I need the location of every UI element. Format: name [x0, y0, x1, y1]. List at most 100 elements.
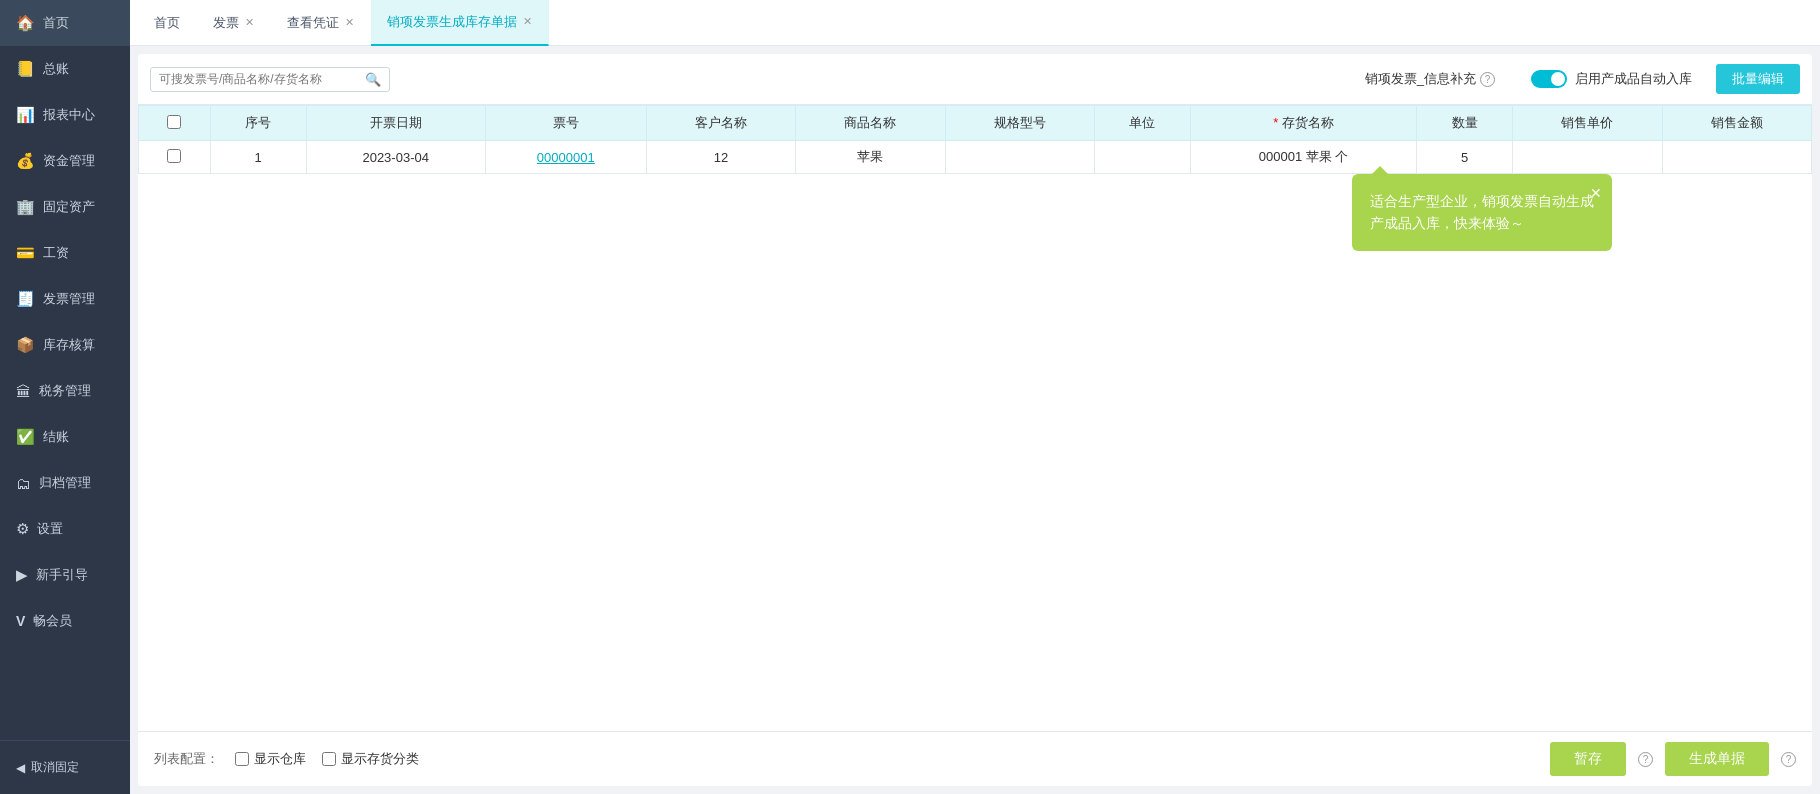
assets-icon: 🏢 [16, 198, 35, 216]
invoice-number-link[interactable]: 00000001 [537, 150, 595, 165]
tax-icon: 🏛 [16, 383, 31, 400]
sidebar-item-funds[interactable]: 💰 资金管理 [0, 138, 130, 184]
save-help-icon[interactable]: ? [1638, 752, 1653, 767]
sidebar-item-label: 工资 [43, 244, 69, 262]
tab-generate-close-icon[interactable]: ✕ [523, 15, 532, 28]
sidebar-item-assets[interactable]: 🏢 固定资产 [0, 184, 130, 230]
th-customer: 客户名称 [646, 106, 795, 141]
sidebar-item-label: 报表中心 [43, 106, 95, 124]
tooltip-close-button[interactable]: ✕ [1590, 182, 1602, 204]
toggle-area: 启用产成品自动入库 [1531, 70, 1692, 88]
th-unit: 单位 [1094, 106, 1190, 141]
home-icon: 🏠 [16, 14, 35, 32]
show-category-checkbox-label[interactable]: 显示存货分类 [322, 750, 419, 768]
sidebar-item-label: 税务管理 [39, 382, 91, 400]
pin-label: 取消固定 [31, 759, 79, 776]
th-seq: 序号 [210, 106, 306, 141]
tab-invoice[interactable]: 发票 ✕ [197, 0, 271, 46]
sidebar-item-guide[interactable]: ▶ 新手引导 [0, 552, 130, 598]
show-category-label: 显示存货分类 [341, 750, 419, 768]
closing-icon: ✅ [16, 428, 35, 446]
cell-product: 苹果 [796, 141, 945, 174]
th-unit-price: 销售单价 [1513, 106, 1662, 141]
pin-icon: ◀ [16, 761, 25, 775]
invoices-icon: 🧾 [16, 290, 35, 308]
sidebar-item-archive[interactable]: 🗂 归档管理 [0, 460, 130, 506]
sidebar-item-settings[interactable]: ⚙ 设置 [0, 506, 130, 552]
table-header-row: 序号 开票日期 票号 客户名称 商品名称 规格型号 单位 存货名称 数量 销售单… [139, 106, 1812, 141]
sidebar-item-label: 结账 [43, 428, 69, 446]
sidebar-item-label: 设置 [37, 520, 63, 538]
search-input[interactable] [159, 72, 359, 86]
sidebar-item-tax[interactable]: 🏛 税务管理 [0, 368, 130, 414]
info-label: 销项发票_信息补充 ? [1365, 70, 1495, 88]
tab-invoice-label: 发票 [213, 14, 239, 32]
sidebar-item-ledger[interactable]: 📒 总账 [0, 46, 130, 92]
show-category-checkbox[interactable] [322, 752, 336, 766]
sidebar-item-label: 首页 [43, 14, 69, 32]
cell-quantity: 5 [1417, 141, 1513, 174]
sidebar-item-reports[interactable]: 📊 报表中心 [0, 92, 130, 138]
cell-seq: 1 [210, 141, 306, 174]
guide-icon: ▶ [16, 566, 28, 584]
funds-icon: 💰 [16, 152, 35, 170]
tab-voucher[interactable]: 查看凭证 ✕ [271, 0, 371, 46]
tab-bar: 首页 发票 ✕ 查看凭证 ✕ 销项发票生成库存单据 ✕ [130, 0, 1820, 46]
bottom-bar: 列表配置： 显示仓库 显示存货分类 暂存 ? 生成单据 ? [138, 731, 1812, 786]
sidebar: 🏠 首页 📒 总账 📊 报表中心 💰 资金管理 🏢 固定资产 💳 工资 🧾 发票… [0, 0, 130, 794]
cell-unit-price [1513, 141, 1662, 174]
sidebar-item-payroll[interactable]: 💳 工资 [0, 230, 130, 276]
cell-checkbox [139, 141, 211, 174]
generate-help-icon[interactable]: ? [1781, 752, 1796, 767]
sidebar-bottom: ◀ 取消固定 [0, 740, 130, 794]
tab-generate[interactable]: 销项发票生成库存单据 ✕ [371, 0, 549, 46]
archive-icon: 🗂 [16, 475, 31, 492]
th-quantity: 数量 [1417, 106, 1513, 141]
show-warehouse-label: 显示仓库 [254, 750, 306, 768]
sidebar-item-label: 固定资产 [43, 198, 95, 216]
sidebar-item-inventory[interactable]: 📦 库存核算 [0, 322, 130, 368]
auto-warehouse-toggle[interactable] [1531, 70, 1567, 88]
batch-edit-button[interactable]: 批量编辑 [1716, 64, 1800, 94]
cell-unit [1094, 141, 1190, 174]
sidebar-item-label: 归档管理 [39, 474, 91, 492]
main-table: 序号 开票日期 票号 客户名称 商品名称 规格型号 单位 存货名称 数量 销售单… [138, 105, 1812, 174]
th-inventory: 存货名称 [1190, 106, 1416, 141]
inventory-icon: 📦 [16, 336, 35, 354]
th-spec: 规格型号 [945, 106, 1094, 141]
show-warehouse-checkbox[interactable] [235, 752, 249, 766]
tooltip-popup: ✕ 适合生产型企业，销项发票自动生成产成品入库，快来体验～ [1352, 174, 1612, 251]
sidebar-item-invoices[interactable]: 🧾 发票管理 [0, 276, 130, 322]
vip-icon: V [16, 613, 25, 629]
ledger-icon: 📒 [16, 60, 35, 78]
cell-amount [1662, 141, 1811, 174]
tab-voucher-label: 查看凭证 [287, 14, 339, 32]
select-all-checkbox[interactable] [167, 115, 181, 129]
row-checkbox[interactable] [167, 149, 181, 163]
sidebar-item-label: 发票管理 [43, 290, 95, 308]
reports-icon: 📊 [16, 106, 35, 124]
info-help-icon[interactable]: ? [1480, 72, 1495, 87]
cell-date: 2023-03-04 [306, 141, 485, 174]
th-product: 商品名称 [796, 106, 945, 141]
search-box[interactable]: 🔍 [150, 67, 390, 92]
toggle-label: 启用产成品自动入库 [1575, 70, 1692, 88]
toolbar: 🔍 销项发票_信息补充 ? 启用产成品自动入库 批量编辑 [138, 54, 1812, 105]
th-amount: 销售金额 [1662, 106, 1811, 141]
sidebar-item-closing[interactable]: ✅ 结账 [0, 414, 130, 460]
sidebar-pin-button[interactable]: ◀ 取消固定 [0, 749, 130, 786]
sidebar-item-label: 资金管理 [43, 152, 95, 170]
tab-invoice-close-icon[interactable]: ✕ [245, 16, 254, 29]
show-warehouse-checkbox-label[interactable]: 显示仓库 [235, 750, 306, 768]
save-button[interactable]: 暂存 [1550, 742, 1626, 776]
sidebar-item-home[interactable]: 🏠 首页 [0, 0, 130, 46]
payroll-icon: 💳 [16, 244, 35, 262]
tab-generate-label: 销项发票生成库存单据 [387, 13, 517, 31]
tab-voucher-close-icon[interactable]: ✕ [345, 16, 354, 29]
sidebar-item-vip[interactable]: V 畅会员 [0, 598, 130, 644]
generate-button[interactable]: 生成单据 [1665, 742, 1769, 776]
th-date: 开票日期 [306, 106, 485, 141]
info-text: 销项发票_信息补充 [1365, 70, 1476, 88]
tab-home[interactable]: 首页 [138, 0, 197, 46]
sidebar-item-label: 总账 [43, 60, 69, 78]
